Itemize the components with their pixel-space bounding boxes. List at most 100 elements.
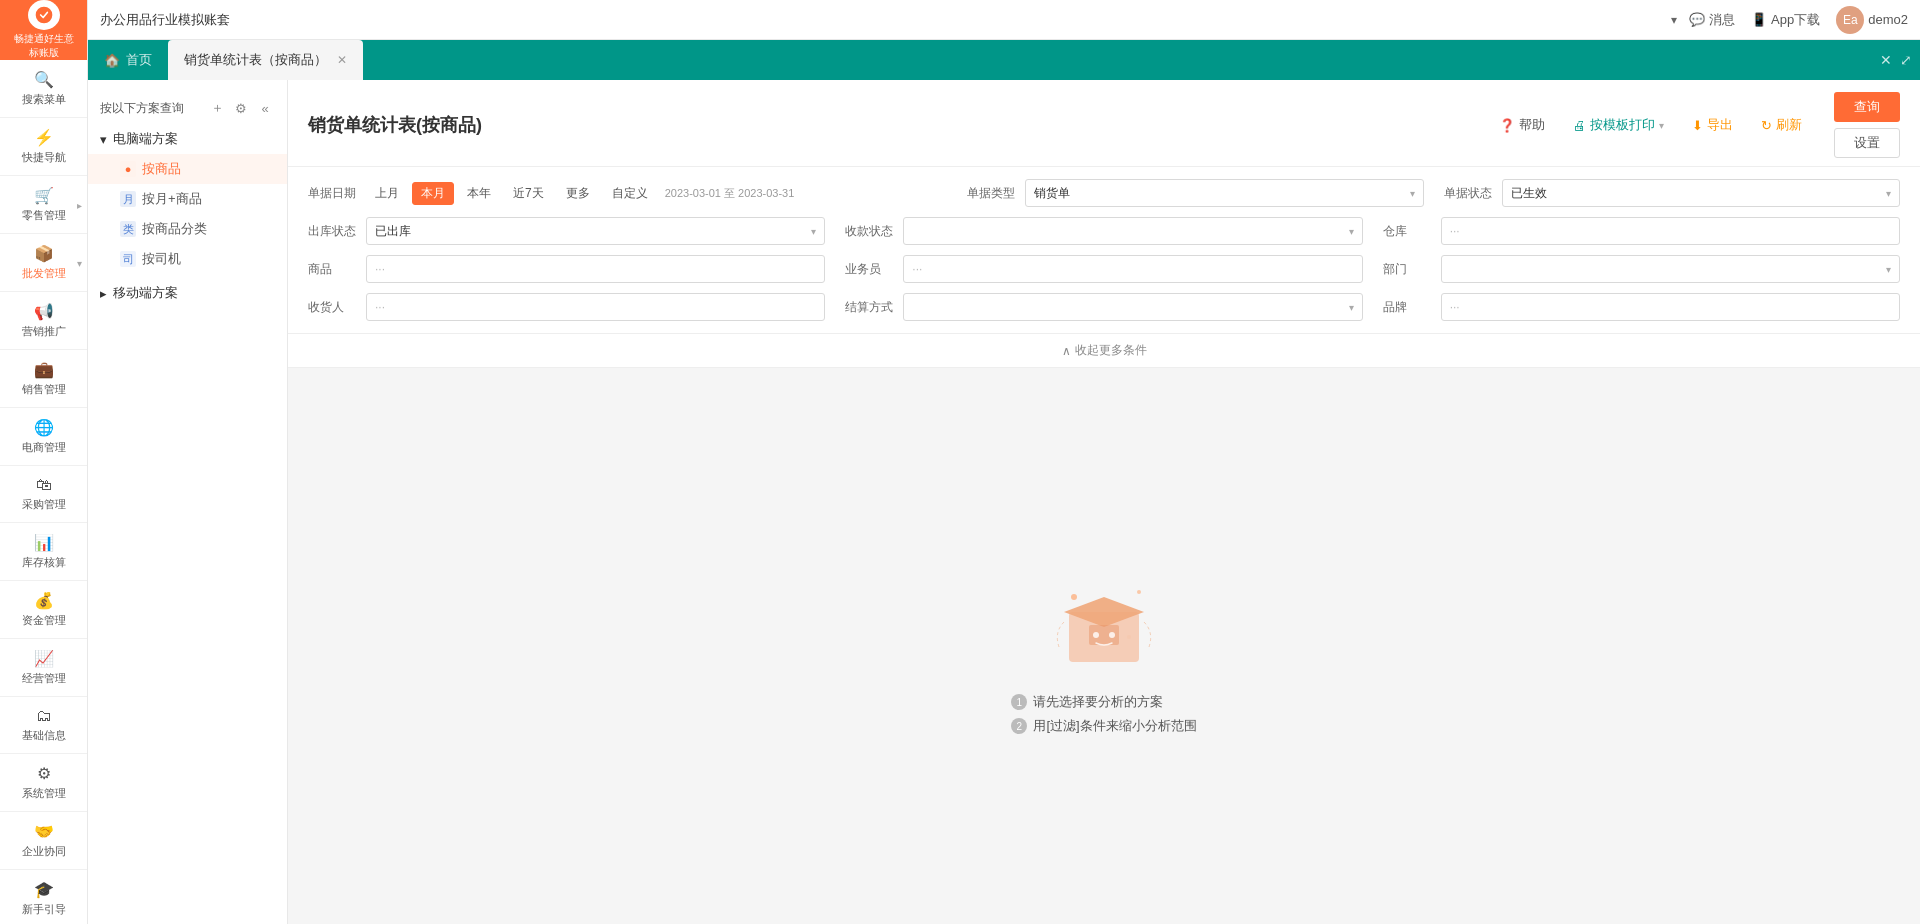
collapse-panel-icon[interactable]: « (255, 98, 275, 118)
warehouse-control[interactable]: ··· (1441, 217, 1900, 245)
page-header: 销货单统计表(按商品) ❓ 帮助 🖨 按模板打印 ▾ ⬇ 导出 (288, 80, 1920, 167)
sidebar-item-sales[interactable]: 💼 销售管理 (0, 350, 88, 408)
settings-button[interactable]: 设置 (1834, 128, 1900, 158)
add-scheme-icon[interactable]: ＋ (207, 98, 227, 118)
topbar-dropdown[interactable]: ▾ (1671, 13, 1677, 27)
sidebar-item-purchase[interactable]: 🛍 采购管理 (0, 466, 88, 523)
print-button[interactable]: 🖨 按模板打印 ▾ (1565, 112, 1672, 138)
sidebar-item-shortcut[interactable]: ⚡ 快捷导航 (0, 118, 88, 176)
storage-status-control[interactable]: 已出库 ▾ (366, 217, 825, 245)
filter-group-date: 单据日期 上月 本月 本年 近7天 更多 自定义 2023-03-01 至 20… (308, 182, 947, 205)
salesperson-control[interactable]: ··· (903, 255, 1362, 283)
department-control[interactable]: ▾ (1441, 255, 1900, 283)
query-button[interactable]: 查询 (1834, 92, 1900, 122)
tree-item-by-goods-cat[interactable]: 类 按商品分类 (88, 214, 287, 244)
system-icon: ⚙ (37, 764, 51, 783)
retail-icon: 🛒 (34, 186, 54, 205)
filter-group-brand: 品牌 ··· (1383, 293, 1900, 321)
avatar-initials: Ea (1843, 13, 1858, 27)
tree-group-pc: ▾ 电脑端方案 ● 按商品 月 按月+商品 类 按商品分类 司 按司机 (88, 124, 287, 274)
tab-close-icon[interactable]: ✕ (337, 53, 347, 67)
filter-group-doc-status: 单据状态 已生效 ▾ (1444, 179, 1900, 207)
left-panel-header-icons: ＋ ⚙ « (207, 98, 275, 118)
filter-group-storage: 出库状态 已出库 ▾ (308, 217, 825, 245)
help-button[interactable]: ❓ 帮助 (1491, 112, 1553, 138)
operation-icon: 📈 (34, 649, 54, 668)
payment-control[interactable]: ▾ (903, 293, 1362, 321)
department-arrow-icon: ▾ (1886, 264, 1891, 275)
sidebar-item-ecommerce[interactable]: 🌐 电商管理 (0, 408, 88, 466)
tree-item-by-month-label: 按月+商品 (142, 190, 202, 208)
date-btn-prev-month[interactable]: 上月 (366, 182, 408, 205)
svg-point-5 (1127, 635, 1131, 639)
left-panel-header-label: 按以下方案查询 (100, 100, 184, 117)
refresh-button[interactable]: ↻ 刷新 (1753, 112, 1810, 138)
storage-status-arrow-icon: ▾ (811, 226, 816, 237)
app-icon: 📱 (1751, 12, 1767, 27)
receiver-placeholder: ··· (375, 300, 385, 314)
tree-group-mobile: ▸ 移动端方案 (88, 278, 287, 308)
sidebar-item-retail[interactable]: 🛒 零售管理 ▸ (0, 176, 88, 234)
tree-item-by-driver[interactable]: 司 按司机 (88, 244, 287, 274)
marketing-icon: 📢 (34, 302, 54, 321)
date-btn-custom[interactable]: 自定义 (603, 182, 657, 205)
retail-arrow-icon: ▸ (77, 199, 82, 210)
tab-close-all-icon[interactable]: ✕ (1880, 52, 1892, 68)
topbar-user[interactable]: Ea demo2 (1836, 6, 1908, 34)
sidebar-sales-label: 销售管理 (22, 382, 66, 397)
filter-group-warehouse: 仓库 ··· (1383, 217, 1900, 245)
sales-icon: 💼 (34, 360, 54, 379)
tree-item-by-month-goods[interactable]: 月 按月+商品 (88, 184, 287, 214)
tab-home[interactable]: 🏠 首页 (88, 40, 168, 80)
sidebar-item-system[interactable]: ⚙ 系统管理 (0, 754, 88, 812)
sidebar-item-inventory[interactable]: 📊 库存核算 (0, 523, 88, 581)
doc-status-control[interactable]: 已生效 ▾ (1502, 179, 1900, 207)
sidebar-item-marketing[interactable]: 📢 营销推广 (0, 292, 88, 350)
finance-icon: 💰 (34, 591, 54, 610)
empty-tip-2: 2 用[过滤]条件来缩小分析范围 (1011, 717, 1196, 735)
tree-item-by-goods[interactable]: ● 按商品 (88, 154, 287, 184)
tree-group-mobile-header[interactable]: ▸ 移动端方案 (88, 278, 287, 308)
sidebar-item-finance[interactable]: 💰 资金管理 (0, 581, 88, 639)
doc-type-label: 单据类型 (967, 185, 1017, 202)
right-panel: 销货单统计表(按商品) ❓ 帮助 🖨 按模板打印 ▾ ⬇ 导出 (288, 80, 1920, 924)
tab-expand-icon[interactable]: ⤢ (1900, 52, 1912, 68)
brand-control[interactable]: ··· (1441, 293, 1900, 321)
tab-stats-label: 销货单统计表（按商品） (184, 51, 327, 69)
month-goods-scheme-icon: 月 (120, 191, 136, 207)
tabbar-controls: ✕ ⤢ (1880, 52, 1920, 68)
sidebar-item-corp[interactable]: 🤝 企业协同 (0, 812, 88, 870)
sidebar-basic-label: 基础信息 (22, 728, 66, 743)
svg-point-4 (1137, 590, 1141, 594)
home-icon: 🏠 (104, 53, 120, 68)
tree-group-pc-header[interactable]: ▾ 电脑端方案 (88, 124, 287, 154)
sidebar-item-guide[interactable]: 🎓 新手引导 (0, 870, 88, 924)
date-btn-cur-year[interactable]: 本年 (458, 182, 500, 205)
export-button[interactable]: ⬇ 导出 (1684, 112, 1741, 138)
tab-stats[interactable]: 销货单统计表（按商品） ✕ (168, 40, 363, 80)
filter-group-receipt: 收款状态 ▾ (845, 217, 1362, 245)
filter-group-goods: 商品 ··· (308, 255, 825, 283)
date-btn-7days[interactable]: 近7天 (504, 182, 553, 205)
sidebar-item-search[interactable]: 🔍 搜索菜单 (0, 60, 88, 118)
empty-state-tips: 1 请先选择要分析的方案 2 用[过滤]条件来缩小分析范围 (1011, 693, 1196, 735)
date-btn-cur-month[interactable]: 本月 (412, 182, 454, 205)
receiver-control[interactable]: ··· (366, 293, 825, 321)
topbar-msg[interactable]: 💬 消息 (1689, 11, 1735, 29)
collapse-button[interactable]: ∧ 收起更多条件 (1050, 340, 1159, 361)
print-icon: 🖨 (1573, 118, 1586, 133)
receipt-status-control[interactable]: ▾ (903, 217, 1362, 245)
sidebar: 畅捷通好生意 标账版 🔍 搜索菜单 ⚡ 快捷导航 🛒 零售管理 ▸ 📦 批发管理… (0, 0, 88, 924)
doc-type-control[interactable]: 销货单 ▾ (1025, 179, 1423, 207)
topbar-app[interactable]: 📱 App下载 (1751, 11, 1820, 29)
date-btn-more[interactable]: 更多 (557, 182, 599, 205)
settings-scheme-icon[interactable]: ⚙ (231, 98, 251, 118)
sidebar-corp-label: 企业协同 (22, 844, 66, 859)
export-icon: ⬇ (1692, 118, 1703, 133)
sidebar-item-operation[interactable]: 📈 经营管理 (0, 639, 88, 697)
sidebar-item-basic[interactable]: 🗂 基础信息 (0, 697, 88, 754)
left-panel: 按以下方案查询 ＋ ⚙ « ▾ 电脑端方案 ● 按商品 月 按月 (88, 80, 288, 924)
purchase-icon: 🛍 (36, 476, 52, 494)
goods-control[interactable]: ··· (366, 255, 825, 283)
sidebar-item-wholesale[interactable]: 📦 批发管理 ▾ (0, 234, 88, 292)
